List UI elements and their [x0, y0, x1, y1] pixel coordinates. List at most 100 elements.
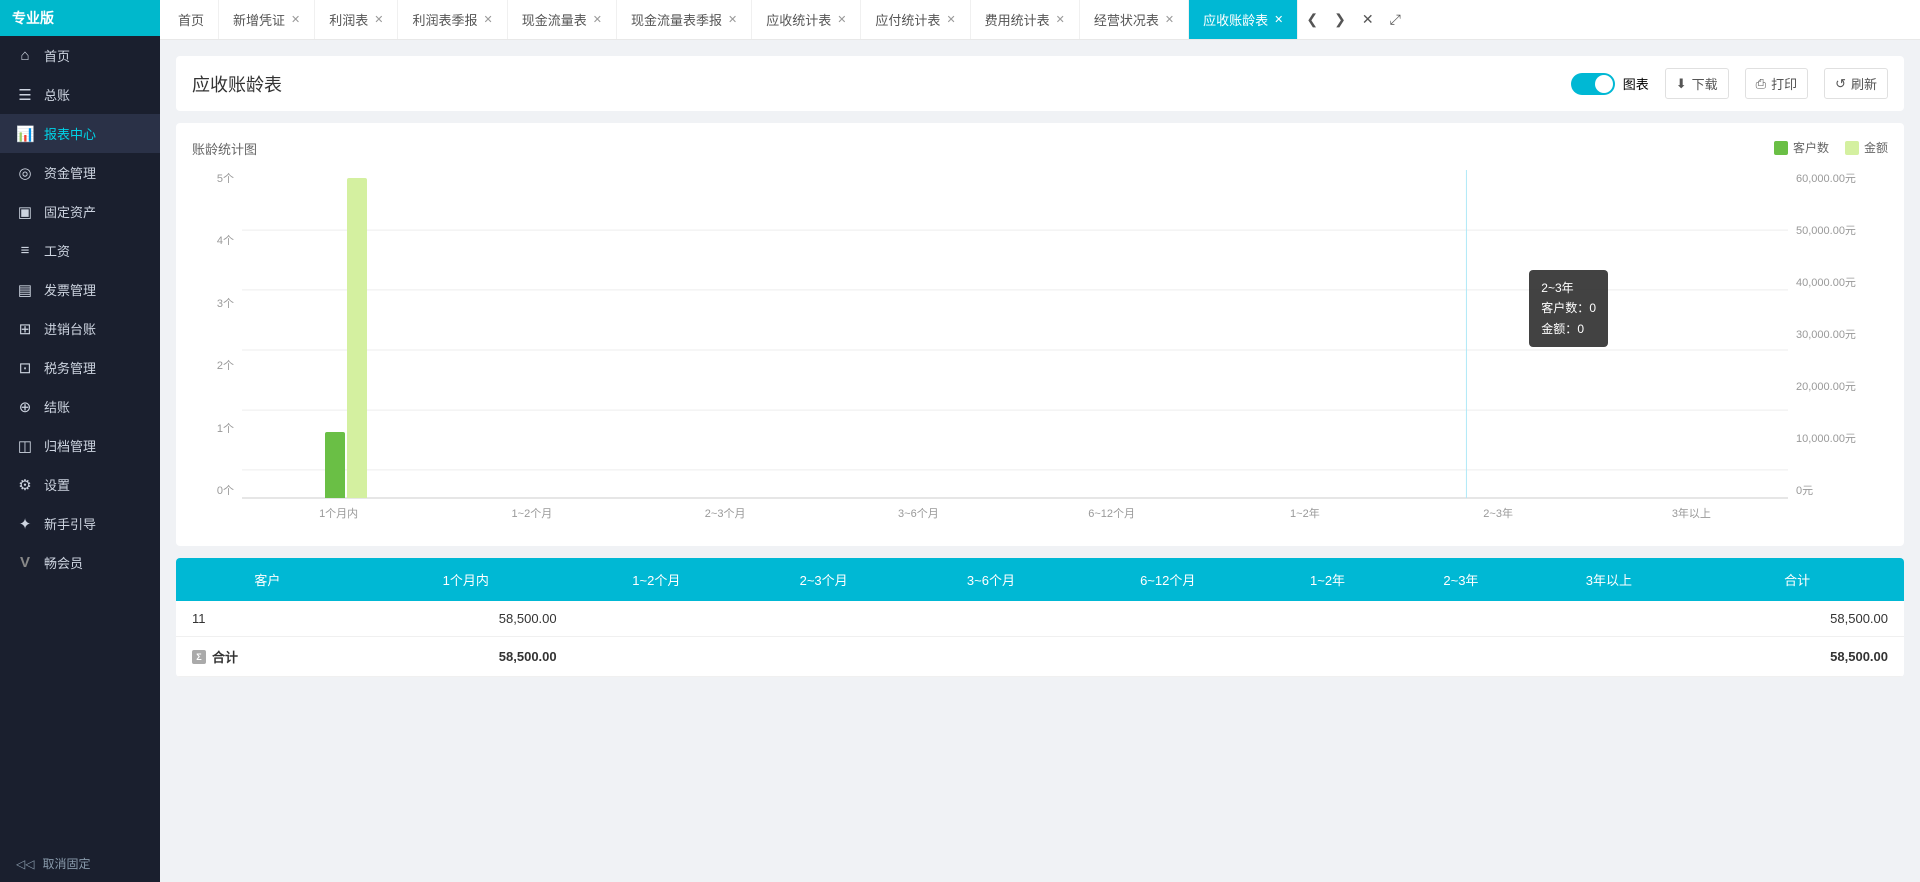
pin-toggle[interactable]: ◁◁ 取消固定 [0, 845, 160, 882]
sidebar-label-reports: 报表中心 [44, 124, 96, 143]
data-table: 客户 1个月内 1~2个月 2~3个月 3~6个月 6~12个月 1~2年 2~… [176, 558, 1904, 677]
tab-biz-stat[interactable]: 经营状况表 ✕ [1080, 0, 1189, 40]
tab-profit-q-close[interactable]: ✕ [484, 13, 493, 26]
sidebar-item-funds[interactable]: ◎ 资金管理 [0, 153, 160, 192]
pin-icon: ◁◁ [16, 857, 34, 871]
tab-cashflow-q[interactable]: 现金流量表季报 ✕ [617, 0, 752, 40]
guide-icon: ✦ [16, 515, 34, 533]
sidebar-item-ledger[interactable]: ☰ 总账 [0, 75, 160, 114]
cell-customer: 11 [176, 601, 359, 637]
sidebar-label-archive: 归档管理 [44, 436, 96, 455]
col-header-month36: 3~6个月 [907, 558, 1074, 601]
bar-group-4 [1023, 170, 1214, 498]
page-header: 应收账龄表 图表 ⬇ 下载 ⎙ 打印 ↺ 刷新 [176, 56, 1904, 111]
chart-area: 账龄统计图 客户数 金额 0个 1个 2个 3个 4个 [176, 123, 1904, 546]
tab-cashflow-q-close[interactable]: ✕ [728, 13, 737, 26]
sidebar-label-stock: 进销台账 [44, 319, 96, 338]
legend-customer-dot [1774, 141, 1788, 155]
sidebar-label-ledger: 总账 [44, 85, 70, 104]
tab-next-btn[interactable]: ❯ [1326, 0, 1354, 40]
funds-icon: ◎ [16, 164, 34, 182]
download-button[interactable]: ⬇ 下载 [1665, 68, 1729, 99]
tab-prev-btn[interactable]: ❮ [1298, 0, 1326, 40]
member-icon: V [16, 554, 34, 571]
tab-profit-close[interactable]: ✕ [374, 13, 383, 26]
tab-biz-stat-close[interactable]: ✕ [1165, 13, 1174, 26]
cell-year12 [1261, 601, 1394, 637]
sidebar-item-archive[interactable]: ◫ 归档管理 [0, 426, 160, 465]
chart-toggle-group: 图表 [1571, 73, 1649, 95]
bar-customer-0 [325, 432, 345, 498]
tab-voucher-close[interactable]: ✕ [291, 13, 300, 26]
sidebar-item-invoice[interactable]: ▤ 发票管理 [0, 270, 160, 309]
refresh-button[interactable]: ↺ 刷新 [1824, 68, 1888, 99]
tab-ap-stat-close[interactable]: ✕ [946, 13, 955, 26]
sidebar-label-home: 首页 [44, 46, 70, 65]
tab-voucher[interactable]: 新增凭证 ✕ [219, 0, 315, 40]
reports-icon: 📊 [16, 125, 34, 143]
tab-biz-stat-label: 经营状况表 [1094, 10, 1159, 29]
tab-ar-stat[interactable]: 应收统计表 ✕ [752, 0, 861, 40]
tab-close-all-btn[interactable]: ✕ [1354, 0, 1382, 40]
col-header-total: 合计 [1690, 558, 1904, 601]
sidebar-item-closing[interactable]: ⊕ 结账 [0, 387, 160, 426]
col-header-month23: 2~3个月 [740, 558, 907, 601]
chart-legend: 客户数 金额 [1774, 139, 1888, 156]
tab-cashflow-close[interactable]: ✕ [593, 13, 602, 26]
col-header-year3plus: 3年以上 [1528, 558, 1691, 601]
tab-expense[interactable]: 费用统计表 ✕ [971, 0, 1080, 40]
tab-ar-stat-close[interactable]: ✕ [837, 13, 846, 26]
sidebar-item-assets[interactable]: ▣ 固定资产 [0, 192, 160, 231]
assets-icon: ▣ [16, 203, 34, 221]
sidebar-item-salary[interactable]: ≡ 工资 [0, 231, 160, 270]
x-axis: 1个月内 1~2个月 2~3个月 3~6个月 6~12个月 1~2年 2~3年 … [242, 498, 1788, 530]
tab-maximize-btn[interactable]: ⤢ [1382, 0, 1409, 40]
sidebar-item-reports[interactable]: 📊 报表中心 [0, 114, 160, 153]
tab-voucher-label: 新增凭证 [233, 10, 285, 29]
table-header-row: 客户 1个月内 1~2个月 2~3个月 3~6个月 6~12个月 1~2年 2~… [176, 558, 1904, 601]
print-button[interactable]: ⎙ 打印 [1745, 68, 1808, 99]
chart-toggle[interactable] [1571, 73, 1615, 95]
total-year3plus [1528, 637, 1691, 677]
sidebar-label-salary: 工资 [44, 241, 70, 260]
total-month12 [573, 637, 740, 677]
tab-expense-close[interactable]: ✕ [1056, 13, 1065, 26]
tab-home-label: 首页 [178, 10, 204, 29]
stock-icon: ⊞ [16, 320, 34, 338]
content-area: 应收账龄表 图表 ⬇ 下载 ⎙ 打印 ↺ 刷新 [160, 40, 1920, 882]
tab-cashflow[interactable]: 现金流量表 ✕ [508, 0, 617, 40]
bar-amount-0 [347, 178, 367, 498]
sidebar-item-stock[interactable]: ⊞ 进销台账 [0, 309, 160, 348]
bar-group-0 [242, 170, 449, 498]
sidebar-item-home[interactable]: ⌂ 首页 [0, 36, 160, 75]
legend-customer-label: 客户数 [1793, 139, 1829, 156]
total-label-text: 合计 [212, 647, 238, 666]
bar-group-3 [832, 170, 1023, 498]
col-header-year23: 2~3年 [1394, 558, 1527, 601]
sidebar-label-tax: 税务管理 [44, 358, 96, 377]
cell-month1: 58,500.00 [359, 601, 573, 637]
sidebar: 专业版 ⌂ 首页 ☰ 总账 📊 报表中心 ◎ 资金管理 ▣ 固定资产 ≡ 工资 … [0, 0, 160, 882]
tab-profit-q-label: 利润表季报 [412, 10, 477, 29]
sidebar-item-settings[interactable]: ⚙ 设置 [0, 465, 160, 504]
download-icon: ⬇ [1676, 76, 1687, 92]
salary-icon: ≡ [16, 242, 34, 259]
sidebar-item-member[interactable]: V 畅会员 [0, 543, 160, 582]
tab-ap-stat[interactable]: 应付统计表 ✕ [861, 0, 970, 40]
sidebar-item-guide[interactable]: ✦ 新手引导 [0, 504, 160, 543]
cell-month36 [907, 601, 1074, 637]
closing-icon: ⊕ [16, 398, 34, 416]
tab-profit[interactable]: 利润表 ✕ [315, 0, 398, 40]
print-icon: ⎙ [1756, 76, 1766, 92]
cell-month23 [740, 601, 907, 637]
app-logo: 专业版 [0, 0, 160, 36]
tab-home[interactable]: 首页 [164, 0, 219, 40]
tab-ar-age-close[interactable]: ✕ [1274, 13, 1283, 26]
legend-amount: 金额 [1845, 139, 1888, 156]
table-row: 11 58,500.00 58,500.00 [176, 601, 1904, 637]
tab-ar-age[interactable]: 应收账龄表 ✕ [1189, 0, 1298, 40]
sidebar-item-tax[interactable]: ⊡ 税务管理 [0, 348, 160, 387]
col-header-year12: 1~2年 [1261, 558, 1394, 601]
chart-title: 账龄统计图 [192, 139, 1888, 158]
tab-profit-q[interactable]: 利润表季报 ✕ [398, 0, 507, 40]
